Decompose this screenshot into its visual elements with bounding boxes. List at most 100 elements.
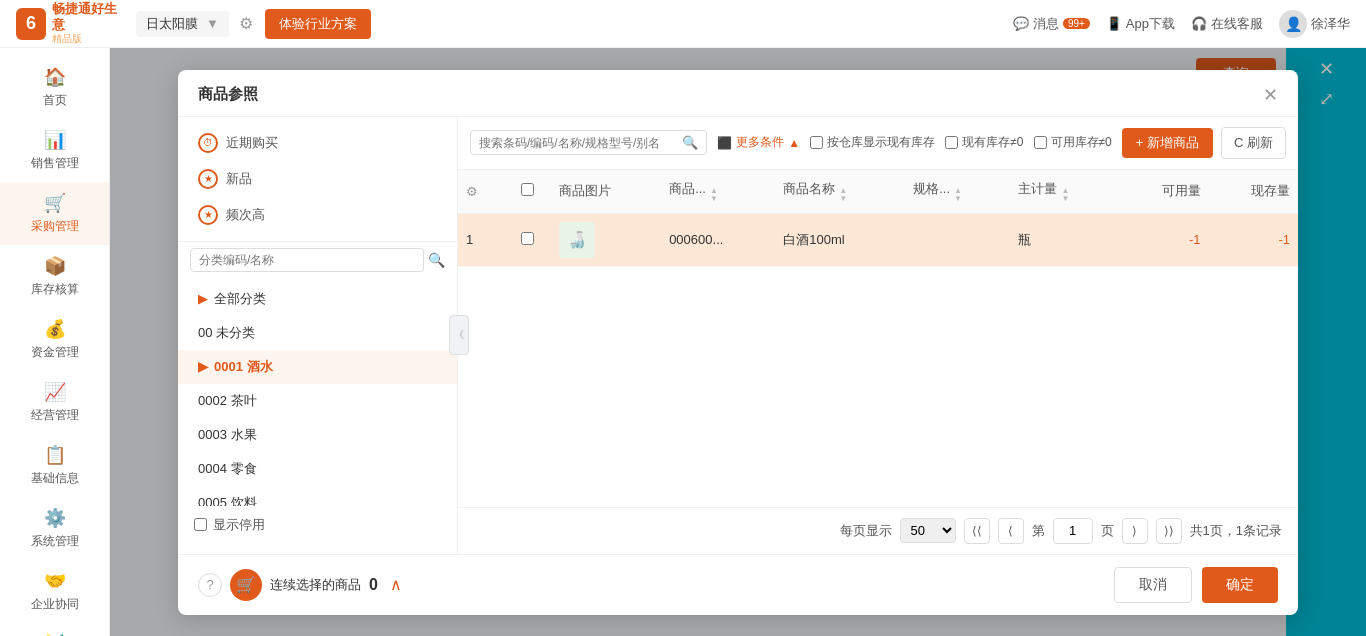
category-liquor-label: 0001 酒水 (214, 358, 273, 376)
sidebar-item-sales[interactable]: 📊 销售管理 (0, 119, 109, 182)
table-row[interactable]: 1 🍶 000600... 白酒100ml (458, 213, 1298, 266)
last-page-button[interactable]: ⟩⟩ (1156, 518, 1182, 544)
row-checkbox[interactable] (521, 232, 534, 245)
available-stock-filter[interactable]: 可用库存≠0 (1034, 134, 1112, 151)
category-item-tea[interactable]: 0002 茶叶 (178, 384, 457, 418)
has-stock-filter[interactable]: 现有库存≠0 (945, 134, 1023, 151)
sidebar-label-enterprise: 企业协同 (31, 596, 79, 613)
by-warehouse-checkbox[interactable] (810, 136, 823, 149)
add-product-button[interactable]: + 新增商品 (1122, 128, 1213, 158)
tab-new-products[interactable]: ★ 新品 (178, 161, 457, 197)
col-available-header[interactable]: 可用量 (1119, 170, 1208, 214)
by-warehouse-filter[interactable]: 按仓库显示现有库存 (810, 134, 935, 151)
refresh-table-button[interactable]: C 刷新 (1221, 127, 1286, 159)
category-item-drinks[interactable]: 0005 饮料 (178, 486, 457, 506)
page-number-input[interactable] (1053, 518, 1093, 544)
trial-button[interactable]: 体验行业方案 (265, 9, 371, 39)
page-suffix: 页 (1101, 522, 1114, 540)
show-disabled-checkbox[interactable] (194, 518, 207, 531)
total-records-label: 共1页，1条记录 (1190, 522, 1282, 540)
nav-right: 💬 消息 99+ 📱 App下载 🎧 在线客服 👤 徐泽华 (1013, 10, 1350, 38)
has-stock-label: 现有库存≠0 (962, 134, 1023, 151)
select-all-checkbox[interactable] (521, 183, 534, 196)
gear-icon[interactable]: ⚙ (239, 14, 253, 33)
finance-icon: 💰 (44, 318, 66, 340)
cancel-button[interactable]: 取消 (1114, 567, 1192, 603)
sidebar-item-finance[interactable]: 💰 资金管理 (0, 308, 109, 371)
search-icon[interactable]: 🔍 (682, 135, 698, 150)
sidebar-item-system[interactable]: ⚙️ 系统管理 (0, 497, 109, 560)
row-available-cell: -1 (1119, 213, 1208, 266)
cart-icon[interactable]: 🛒 (230, 569, 262, 601)
sidebar-item-purchase[interactable]: 🛒 采购管理 (0, 182, 109, 245)
category-search-input[interactable] (190, 248, 424, 272)
product-search-input[interactable] (479, 136, 676, 150)
col-stock-header[interactable]: 现存量 (1209, 170, 1298, 214)
available-stock-checkbox[interactable] (1034, 136, 1047, 149)
app-download-nav-item[interactable]: 📱 App下载 (1106, 15, 1175, 33)
sidebar-item-basic-info[interactable]: 📋 基础信息 (0, 434, 109, 497)
row-checkbox-cell (504, 213, 551, 266)
store-dropdown-arrow: ▼ (206, 16, 219, 31)
tab-recent-purchase[interactable]: ⏱ 近期购买 (178, 125, 457, 161)
app-icon: 📱 (1106, 16, 1122, 31)
sidebar-item-home[interactable]: 🏠 首页 (0, 56, 109, 119)
per-page-select[interactable]: 50 100 200 (900, 518, 956, 543)
sidebar-label-system: 系统管理 (31, 533, 79, 550)
category-uncategorized-label: 00 未分类 (198, 324, 255, 342)
category-item-all[interactable]: ▶ 全部分类 (178, 282, 457, 316)
modal-left-panel: ⏱ 近期购买 ★ 新品 ★ 频次高 (178, 117, 458, 554)
prev-page-button[interactable]: ⟨ (998, 518, 1024, 544)
row-name-cell: 白酒100ml (775, 213, 905, 266)
category-search-row: 🔍 (178, 241, 457, 278)
modal-title: 商品参照 (198, 85, 258, 104)
quick-tabs: ⏱ 近期购买 ★ 新品 ★ 频次高 (178, 117, 457, 241)
sidebar-label-basic-info: 基础信息 (31, 470, 79, 487)
online-service-nav-item[interactable]: 🎧 在线客服 (1191, 15, 1263, 33)
category-item-liquor[interactable]: ▶ 0001 酒水 (178, 350, 457, 384)
show-disabled-row: 显示停用 (178, 506, 457, 544)
tab-frequent[interactable]: ★ 频次高 (178, 197, 457, 233)
category-item-fruit[interactable]: 0003 水果 (178, 418, 457, 452)
next-page-button[interactable]: ⟩ (1122, 518, 1148, 544)
has-stock-checkbox[interactable] (945, 136, 958, 149)
expand-liquor-icon: ▶ (198, 359, 208, 374)
category-search-icon[interactable]: 🔍 (428, 252, 445, 268)
col-unit-header[interactable]: 主计量▲▼ (1010, 170, 1119, 214)
first-page-button[interactable]: ⟨⟨ (964, 518, 990, 544)
sidebar-item-enterprise[interactable]: 🤝 企业协同 (0, 560, 109, 623)
row-unit-cell: 瓶 (1010, 213, 1119, 266)
confirm-button[interactable]: 确定 (1202, 567, 1278, 603)
more-filter-button[interactable]: ⬛ 更多条件 ▲ (717, 134, 800, 151)
category-tea-label: 0002 茶叶 (198, 392, 257, 410)
sidebar-item-guide[interactable]: 🔰 新手引导 (0, 623, 109, 636)
collapse-footer-icon[interactable]: ∧ (390, 575, 402, 594)
inventory-icon: 📦 (44, 255, 66, 277)
messages-nav-item[interactable]: 💬 消息 99+ (1013, 15, 1090, 33)
modal-close-button[interactable]: ✕ (1263, 84, 1278, 106)
category-list: ▶ 全部分类 00 未分类 ▶ 0001 酒水 0002 茶 (178, 278, 457, 506)
product-image: 🍶 (559, 222, 595, 258)
category-item-snacks[interactable]: 0004 零食 (178, 452, 457, 486)
sidebar-item-inventory[interactable]: 📦 库存核算 (0, 245, 109, 308)
logo-icon: 6 (16, 8, 46, 40)
collapse-left-panel-button[interactable]: 《 (449, 315, 469, 355)
col-name-header[interactable]: 商品名称▲▼ (775, 170, 905, 214)
store-selector[interactable]: 日太阳膜 ▼ (136, 11, 229, 37)
operations-icon: 📈 (44, 381, 66, 403)
category-item-uncategorized[interactable]: 00 未分类 (178, 316, 457, 350)
col-spec-header[interactable]: 规格...▲▼ (905, 170, 1010, 214)
message-icon: 💬 (1013, 16, 1029, 31)
recent-purchase-label: 近期购买 (226, 134, 278, 152)
col-settings[interactable]: ⚙ (458, 170, 504, 214)
help-button[interactable]: ? (198, 573, 222, 597)
filter-label: 更多条件 (736, 134, 784, 151)
img-sort-icons: 商品图片 (559, 183, 611, 198)
frequent-icon: ★ (198, 205, 218, 225)
filter-icon: ⬛ (717, 136, 732, 150)
col-code-header[interactable]: 商品...▲▼ (661, 170, 775, 214)
user-area[interactable]: 👤 徐泽华 (1279, 10, 1350, 38)
enterprise-icon: 🤝 (44, 570, 66, 592)
logo-area: 6 畅捷通好生意 精品版 (16, 1, 126, 46)
sidebar-item-operations[interactable]: 📈 经营管理 (0, 371, 109, 434)
